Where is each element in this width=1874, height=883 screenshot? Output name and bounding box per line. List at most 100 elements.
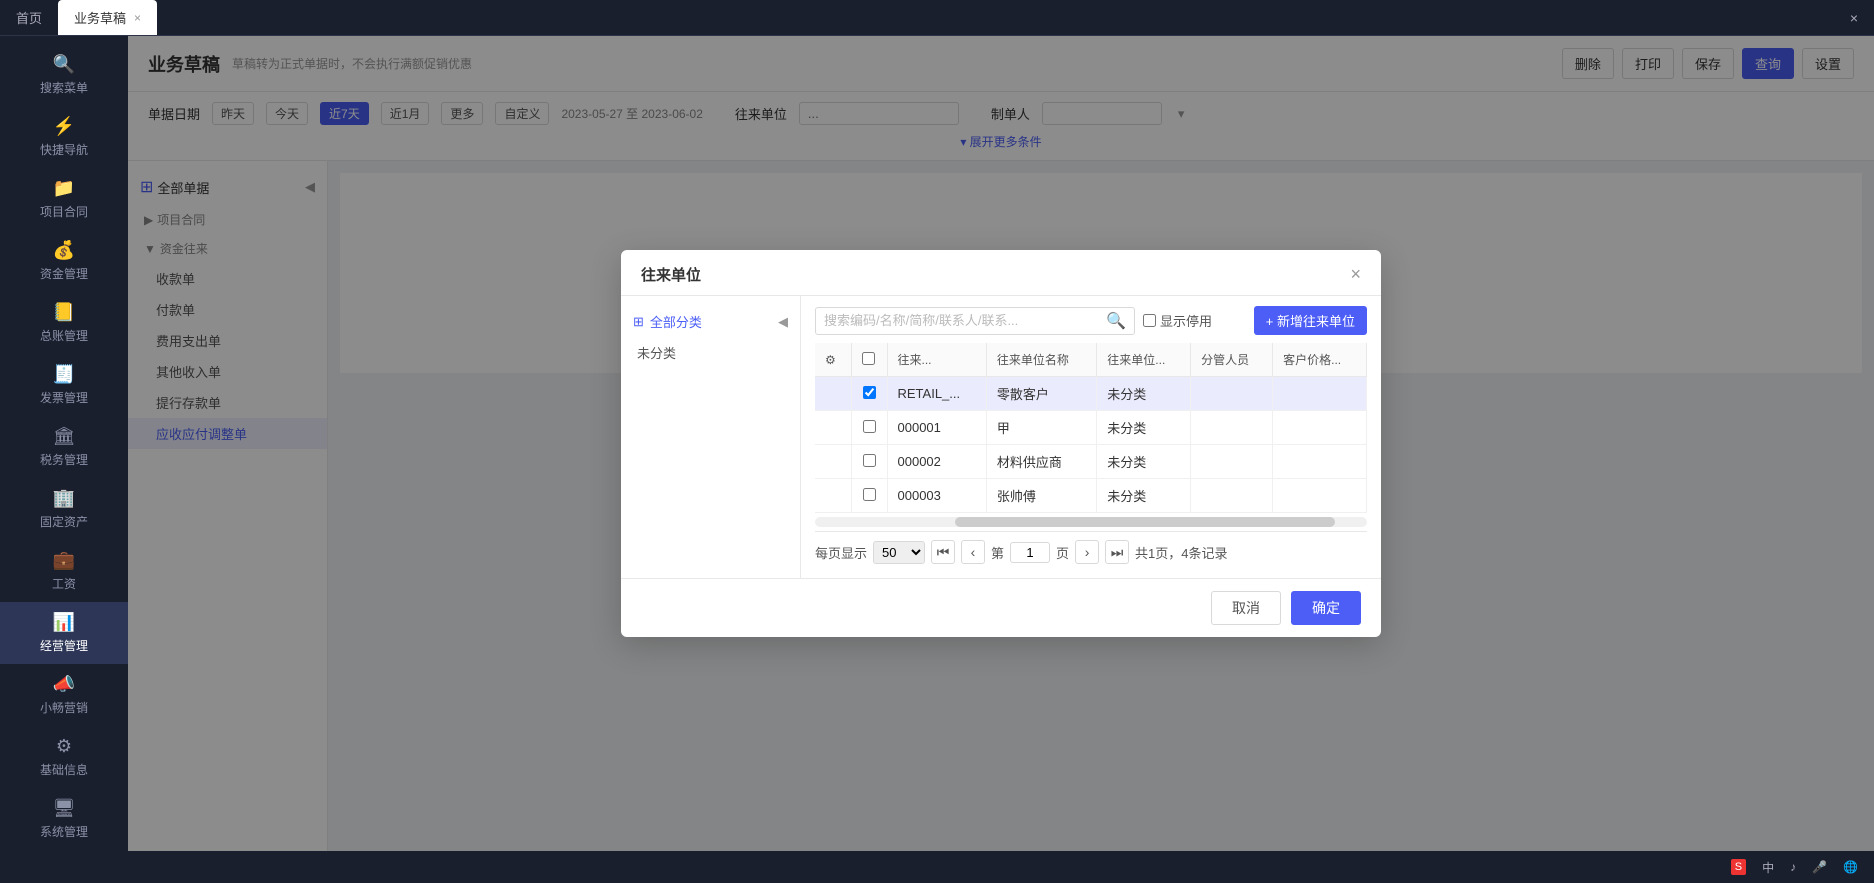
search-menu-icon: 🔍 — [53, 54, 75, 75]
brand-icon: S — [1731, 859, 1746, 875]
sidebar-item-basic[interactable]: ⚙ 基础信息 — [0, 726, 128, 788]
sidebar-item-tax[interactable]: 🏛 税务管理 — [0, 416, 128, 478]
row-check — [851, 411, 887, 445]
last-page-btn[interactable]: ⏭ — [1105, 540, 1129, 564]
col-header-check — [851, 343, 887, 377]
per-page-select[interactable]: 50 20 100 — [873, 541, 925, 564]
row-icon — [815, 377, 851, 411]
show-disabled-checkbox[interactable] — [1143, 314, 1156, 327]
sidebar-item-quick-nav[interactable]: ⚡ 快捷导航 — [0, 106, 128, 168]
current-page-input[interactable] — [1010, 542, 1050, 563]
prev-page-btn[interactable]: ‹ — [961, 540, 985, 564]
sidebar-item-salary[interactable]: 💼 工资 — [0, 540, 128, 602]
row-category: 未分类 — [1097, 411, 1191, 445]
system-icon: 🖥 — [53, 798, 76, 819]
row-salesperson — [1191, 411, 1273, 445]
row-name: 零散客户 — [986, 377, 1096, 411]
sidebar-item-marketing[interactable]: 📣 小畅营销 — [0, 664, 128, 726]
row-name: 甲 — [986, 411, 1096, 445]
tab-draft[interactable]: 业务草稿 × — [58, 0, 157, 35]
next-page-btn[interactable]: › — [1075, 540, 1099, 564]
row-checkbox[interactable] — [863, 488, 876, 501]
row-icon — [815, 411, 851, 445]
scrollbar-thumb — [955, 517, 1335, 527]
sidebar-item-system[interactable]: 🖥 系统管理 — [0, 788, 128, 850]
row-icon — [815, 445, 851, 479]
row-category: 未分类 — [1097, 377, 1191, 411]
row-checkbox[interactable] — [863, 420, 876, 433]
dialog-toolbar: 🔍 显示停用 + 新增往来单位 — [815, 306, 1367, 335]
topbar: 首页 业务草稿 × × — [0, 0, 1874, 36]
table-row[interactable]: 000001 甲 未分类 — [815, 411, 1367, 445]
dialog-close-icon[interactable]: × — [1350, 264, 1361, 285]
select-all-checkbox[interactable] — [862, 352, 875, 365]
sidebar-item-project[interactable]: 📁 项目合同 — [0, 168, 128, 230]
show-disabled-wrapper: 显示停用 — [1143, 311, 1212, 330]
tree-item-uncategorized[interactable]: 未分类 — [621, 337, 800, 368]
first-page-btn[interactable]: ⏮ — [931, 540, 955, 564]
sidebar-item-label: 基础信息 — [40, 761, 88, 778]
horizontal-scrollbar[interactable] — [815, 517, 1367, 527]
row-checkbox[interactable] — [863, 454, 876, 467]
row-price-cat — [1273, 479, 1367, 513]
table-row[interactable]: RETAIL_... 零散客户 未分类 — [815, 377, 1367, 411]
content-area: 业务草稿 草稿转为正式单据时，不会执行满额促销优惠 删除 打印 保存 查询 设置… — [128, 36, 1874, 851]
sidebar-item-finance[interactable]: 💰 资金管理 — [0, 230, 128, 292]
cancel-button[interactable]: 取消 — [1211, 591, 1281, 625]
sidebar-item-business[interactable]: 📊 经营管理 — [0, 602, 128, 664]
row-code: RETAIL_... — [887, 377, 986, 411]
tree-collapse-icon[interactable]: ◀ — [778, 314, 788, 330]
salary-icon: 💼 — [53, 550, 75, 571]
bottom-bar-music[interactable]: ♪ — [1790, 860, 1796, 874]
row-code: 000002 — [887, 445, 986, 479]
search-icon: 🔍 — [1106, 311, 1126, 331]
tab-home[interactable]: 首页 — [0, 0, 58, 35]
tab-close-icon[interactable]: × — [134, 11, 141, 25]
dialog-main: 🔍 显示停用 + 新增往来单位 — [801, 296, 1381, 578]
row-check — [851, 479, 887, 513]
row-name: 张帅傅 — [986, 479, 1096, 513]
row-category: 未分类 — [1097, 445, 1191, 479]
row-price-cat — [1273, 411, 1367, 445]
col-header-price-cat: 客户价格... — [1273, 343, 1367, 377]
confirm-button[interactable]: 确定 — [1291, 591, 1361, 625]
row-checkbox[interactable] — [863, 386, 876, 399]
table-row[interactable]: 000002 材料供应商 未分类 — [815, 445, 1367, 479]
modal-overlay[interactable]: 往来单位 × ⊞ 全部分类 ◀ 未分类 — [128, 36, 1874, 851]
basic-icon: ⚙ — [56, 736, 72, 757]
dialog-table: ⚙ 往来... 往来单位名称 往来单位... 分管人员 客户价格... — [815, 343, 1367, 513]
tree-all-label[interactable]: 全部分类 — [650, 312, 702, 331]
bottom-bar-network[interactable]: 🌐 — [1843, 860, 1858, 874]
sidebar: 🔍 搜索菜单 ⚡ 快捷导航 📁 项目合同 💰 资金管理 📒 总账管理 🧾 发票管… — [0, 36, 128, 851]
sidebar-item-label: 搜索菜单 — [40, 79, 88, 96]
row-category: 未分类 — [1097, 479, 1191, 513]
sidebar-item-label: 工资 — [52, 575, 76, 592]
row-code: 000001 — [887, 411, 986, 445]
window-close-icon[interactable]: × — [1850, 10, 1858, 26]
bottom-bar: S 中 ♪ 🎤 🌐 — [0, 851, 1874, 883]
sidebar-item-label: 税务管理 — [40, 451, 88, 468]
sidebar-item-invoice[interactable]: 🧾 发票管理 — [0, 354, 128, 416]
bottom-bar-mic[interactable]: 🎤 — [1812, 860, 1827, 874]
row-salesperson — [1191, 445, 1273, 479]
dialog-body: ⊞ 全部分类 ◀ 未分类 🔍 — [621, 296, 1381, 578]
counterpart-dialog: 往来单位 × ⊞ 全部分类 ◀ 未分类 — [621, 250, 1381, 637]
search-box: 🔍 — [815, 307, 1135, 335]
dialog-tree: ⊞ 全部分类 ◀ 未分类 — [621, 296, 801, 578]
add-counterpart-button[interactable]: + 新增往来单位 — [1254, 306, 1367, 335]
dialog-pagination: 每页显示 50 20 100 ⏮ ‹ 第 页 › — [815, 531, 1367, 568]
sidebar-item-fixed-asset[interactable]: 🏢 固定资产 — [0, 478, 128, 540]
total-records: 共1页，4条记录 — [1135, 543, 1227, 562]
row-price-cat — [1273, 445, 1367, 479]
search-input[interactable] — [824, 313, 1102, 328]
tax-icon: 🏛 — [53, 426, 76, 447]
main-layout: 🔍 搜索菜单 ⚡ 快捷导航 📁 项目合同 💰 资金管理 📒 总账管理 🧾 发票管… — [0, 36, 1874, 851]
bottom-bar-cn[interactable]: 中 — [1762, 859, 1774, 876]
sidebar-item-label: 经营管理 — [40, 637, 88, 654]
sidebar-item-label: 系统管理 — [40, 823, 88, 840]
col-header-category: 往来单位... — [1097, 343, 1191, 377]
sidebar-item-ledger[interactable]: 📒 总账管理 — [0, 292, 128, 354]
topbar-right: × — [1850, 10, 1874, 26]
sidebar-item-search-menu[interactable]: 🔍 搜索菜单 — [0, 44, 128, 106]
table-row[interactable]: 000003 张帅傅 未分类 — [815, 479, 1367, 513]
